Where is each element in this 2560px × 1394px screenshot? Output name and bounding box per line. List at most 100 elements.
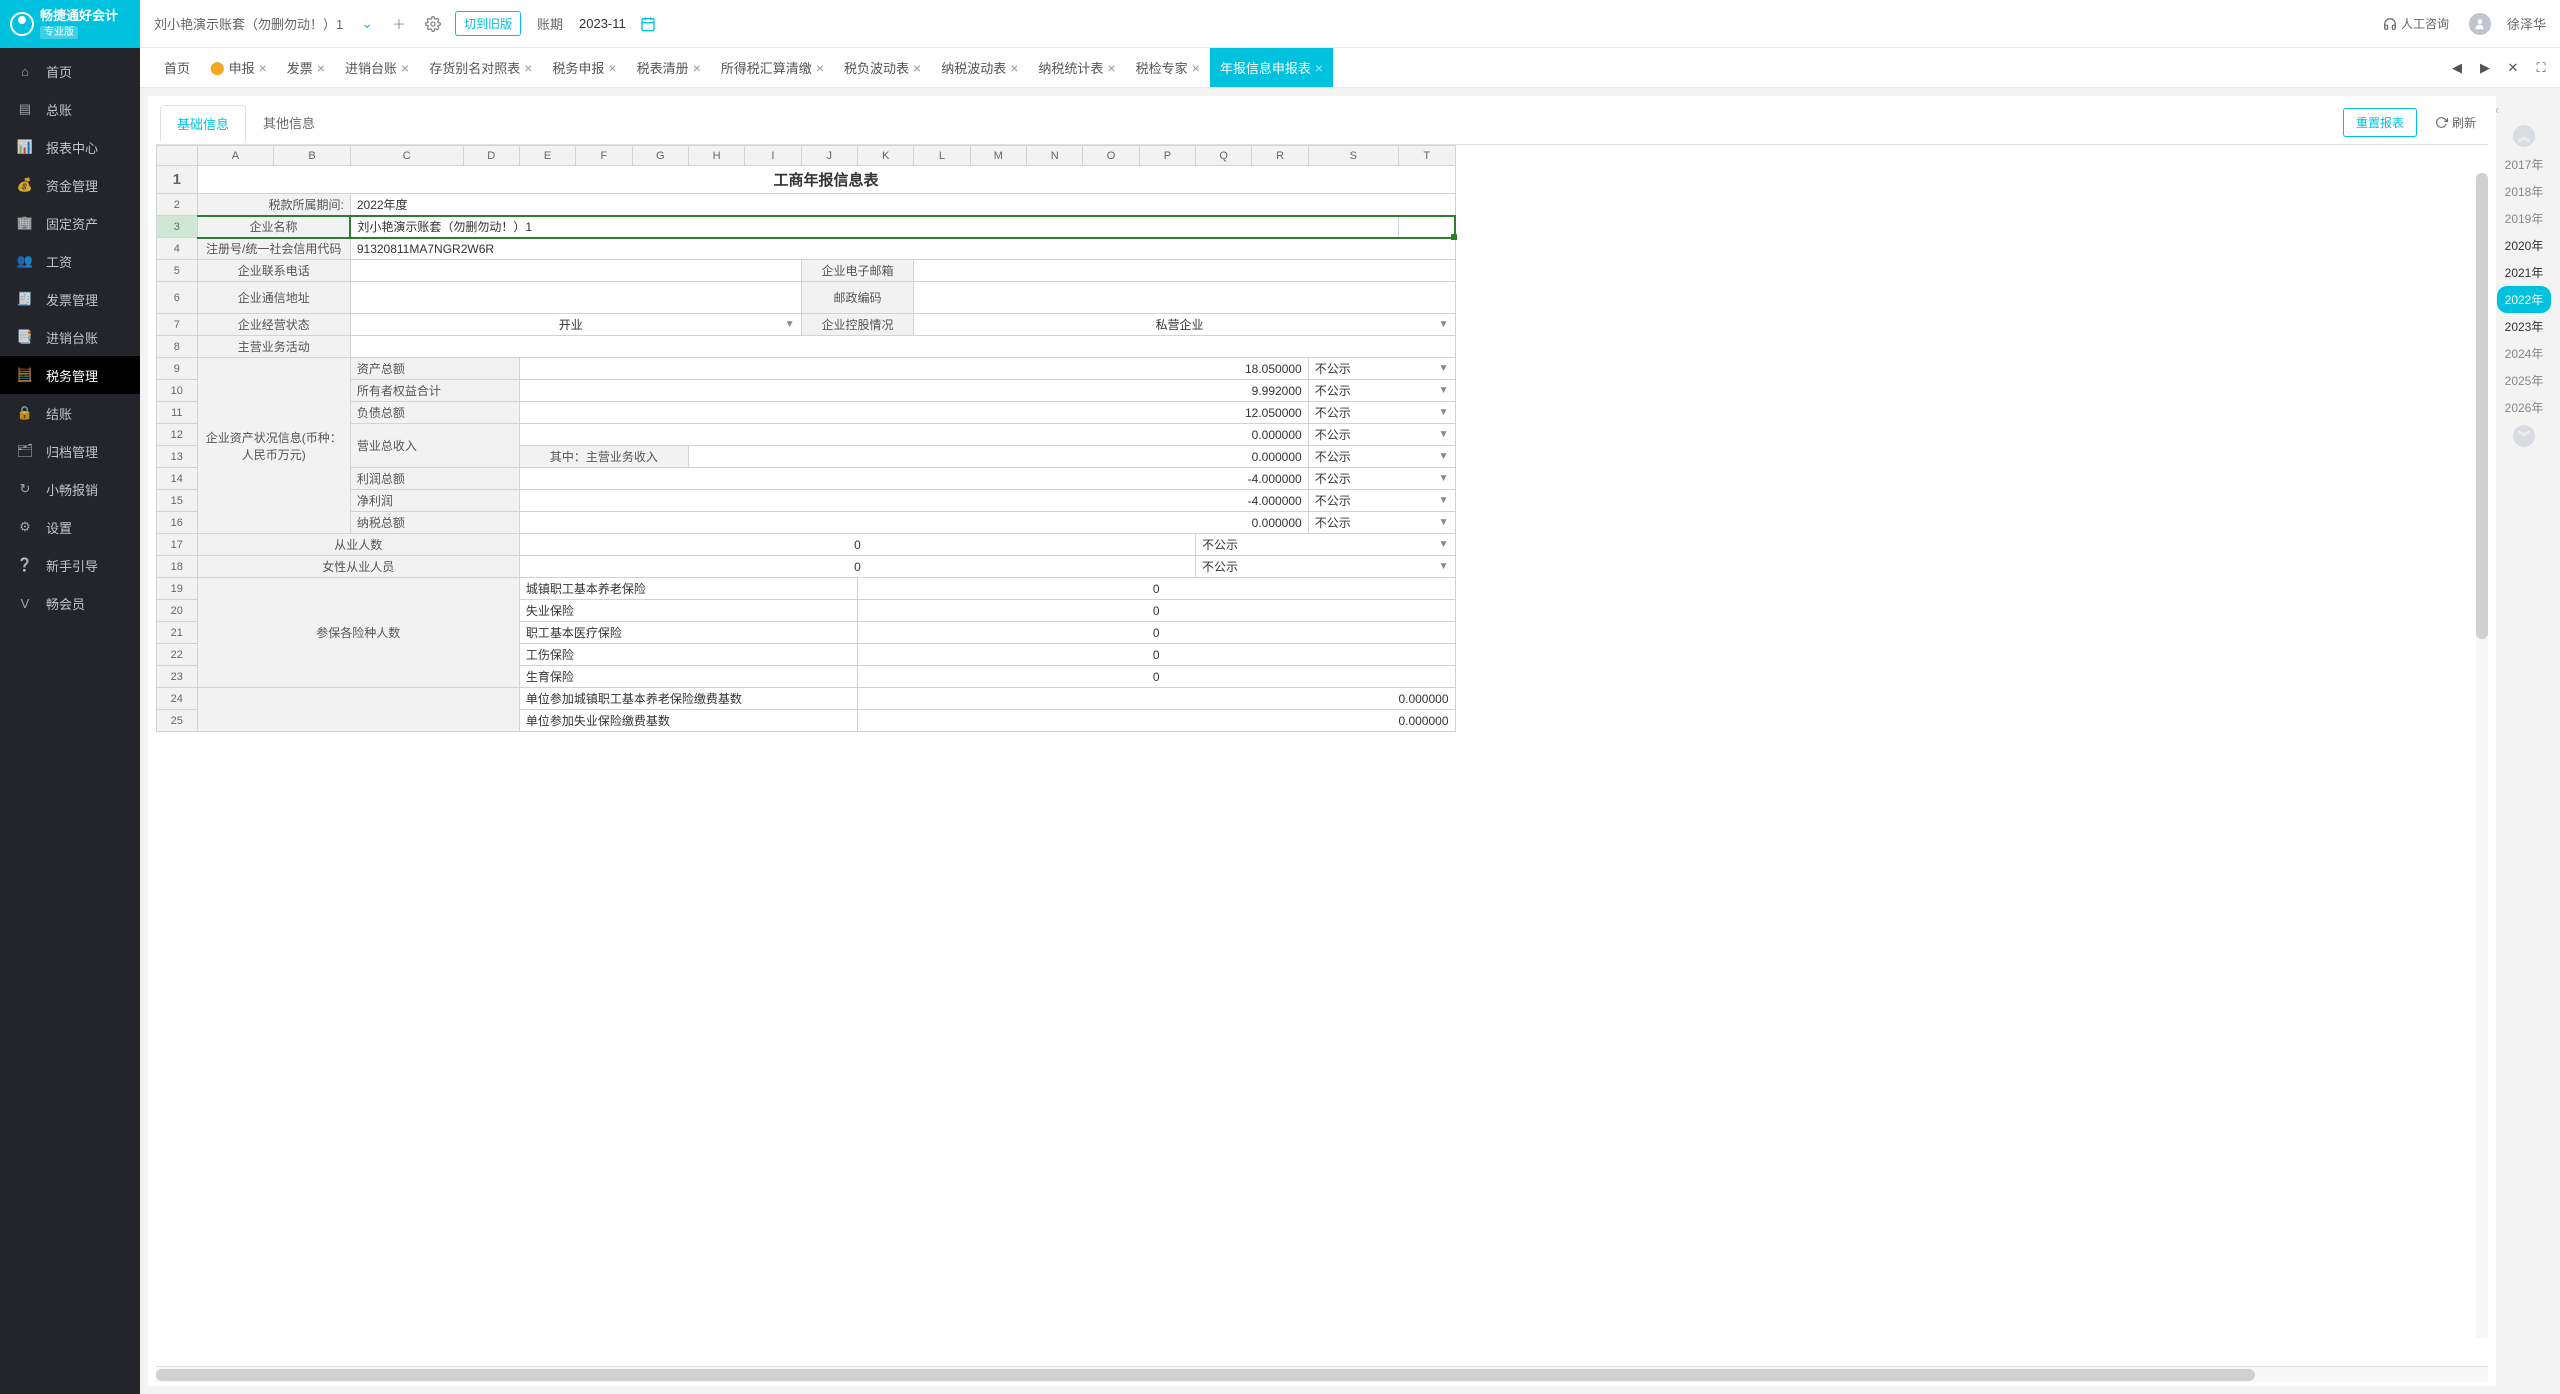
tab-label: 税表清册 (637, 58, 689, 77)
year-option[interactable]: 2017年 (2497, 151, 2552, 178)
col-hdr[interactable]: B (274, 146, 351, 166)
calendar-icon[interactable] (636, 12, 660, 36)
tab-3[interactable]: 进销台账× (335, 48, 419, 87)
tab-close-icon[interactable]: × (913, 60, 921, 76)
tab-close-icon[interactable]: × (816, 60, 824, 76)
nav-item-11[interactable]: ↻小畅报销 (0, 470, 140, 508)
horizontal-scrollbar[interactable] (156, 1366, 2488, 1382)
tab-4[interactable]: 存货别名对照表× (419, 48, 542, 87)
nav-item-3[interactable]: 💰资金管理 (0, 166, 140, 204)
nav-item-1[interactable]: ▤总账 (0, 90, 140, 128)
tab-close-icon[interactable]: × (317, 60, 325, 76)
switch-old-button[interactable]: 切到旧版 (455, 11, 521, 36)
nav-item-5[interactable]: 👥工资 (0, 242, 140, 280)
tab-close-icon[interactable]: × (608, 60, 616, 76)
col-hdr[interactable]: H (688, 146, 744, 166)
col-hdr[interactable]: K (857, 146, 913, 166)
tabs-prev-button[interactable]: ◀ (2444, 56, 2470, 80)
nav-item-8[interactable]: 🧮税务管理 (0, 356, 140, 394)
tab-2[interactable]: 发票× (277, 48, 335, 87)
fullscreen-button[interactable]: ⛶ (2528, 56, 2554, 80)
col-hdr[interactable]: E (519, 146, 575, 166)
col-hdr[interactable]: I (745, 146, 801, 166)
spreadsheet[interactable]: ABCDEFGHIJKLMNOPQRST 1工商年报信息表 2 税款所属期间: … (156, 144, 2488, 1358)
nav-item-12[interactable]: ⚙设置 (0, 508, 140, 546)
tab-close-icon[interactable]: × (1010, 60, 1018, 76)
nav-icon: 🏢 (16, 214, 34, 232)
year-option[interactable]: 2021年 (2497, 259, 2552, 286)
nav-item-0[interactable]: ⌂首页 (0, 52, 140, 90)
add-account-button[interactable]: ＋ (387, 12, 411, 36)
tabs-close-all-button[interactable]: ✕ (2500, 56, 2526, 80)
tabs-next-button[interactable]: ▶ (2472, 56, 2498, 80)
tab-1[interactable]: ⬤申报× (200, 48, 277, 87)
nav-item-2[interactable]: 📊报表中心 (0, 128, 140, 166)
year-option[interactable]: 2019年 (2497, 205, 2552, 232)
nav-label: 小畅报销 (46, 480, 98, 499)
col-hdr[interactable]: O (1083, 146, 1139, 166)
col-hdr[interactable]: S (1308, 146, 1398, 166)
col-hdr[interactable]: C (350, 146, 463, 166)
subtab-other[interactable]: 其他信息 (246, 104, 332, 140)
subtab-basic[interactable]: 基础信息 (160, 105, 246, 141)
year-option[interactable]: 2023年 (2497, 313, 2552, 340)
vertical-scrollbar[interactable] (2476, 173, 2488, 1338)
nav-item-10[interactable]: 🗂归档管理 (0, 432, 140, 470)
year-down-button[interactable]: ︾ (2513, 425, 2535, 447)
tab-0[interactable]: 首页 (154, 48, 200, 87)
col-hdr[interactable]: D (463, 146, 519, 166)
nav-label: 总账 (46, 100, 72, 119)
tab-close-icon[interactable]: × (693, 60, 701, 76)
col-hdr[interactable]: G (632, 146, 688, 166)
account-dropdown-icon[interactable]: ⌄ (357, 11, 377, 36)
tab-11[interactable]: 税检专家× (1126, 48, 1210, 87)
tab-8[interactable]: 税负波动表× (834, 48, 931, 87)
refresh-button[interactable]: 刷新 (2427, 109, 2484, 136)
tab-close-icon[interactable]: × (524, 60, 532, 76)
year-option[interactable]: 2022年 (2497, 286, 2552, 313)
consult-button[interactable]: 人工咨询 (2383, 15, 2449, 32)
reset-report-button[interactable]: 重置报表 (2343, 108, 2417, 137)
nav-item-13[interactable]: ❔新手引导 (0, 546, 140, 584)
tab-10[interactable]: 纳税统计表× (1028, 48, 1125, 87)
tab-9[interactable]: 纳税波动表× (931, 48, 1028, 87)
year-option[interactable]: 2026年 (2497, 394, 2552, 421)
nav-icon: 🧮 (16, 366, 34, 384)
year-up-button[interactable]: ︽ (2513, 125, 2535, 147)
nav-item-14[interactable]: V畅会员 (0, 584, 140, 622)
tab-close-icon[interactable]: × (1192, 60, 1200, 76)
col-hdr[interactable]: R (1252, 146, 1308, 166)
col-hdr[interactable]: A (197, 146, 274, 166)
year-option[interactable]: 2020年 (2497, 232, 2552, 259)
tab-close-icon[interactable]: × (401, 60, 409, 76)
col-hdr[interactable]: T (1398, 146, 1455, 166)
tab-12[interactable]: 年报信息申报表× (1210, 48, 1333, 87)
settings-icon[interactable] (421, 12, 445, 36)
col-hdr[interactable]: N (1027, 146, 1083, 166)
year-option[interactable]: 2025年 (2497, 367, 2552, 394)
col-hdr[interactable]: L (914, 146, 970, 166)
year-option[interactable]: 2024年 (2497, 340, 2552, 367)
tab-7[interactable]: 所得税汇算清缴× (711, 48, 834, 87)
col-hdr[interactable] (157, 146, 198, 166)
nav-item-9[interactable]: 🔒结账 (0, 394, 140, 432)
nav-item-7[interactable]: 📑进销台账 (0, 318, 140, 356)
nav-item-6[interactable]: 🧾发票管理 (0, 280, 140, 318)
nav-item-4[interactable]: 🏢固定资产 (0, 204, 140, 242)
col-hdr[interactable]: F (576, 146, 632, 166)
year-option[interactable]: 2018年 (2497, 178, 2552, 205)
tab-5[interactable]: 税务申报× (542, 48, 626, 87)
col-hdr[interactable]: M (970, 146, 1026, 166)
tab-close-icon[interactable]: × (259, 60, 267, 76)
tab-close-icon[interactable]: × (1315, 60, 1323, 76)
tab-6[interactable]: 税表清册× (627, 48, 711, 87)
col-hdr[interactable]: J (801, 146, 857, 166)
col-hdr[interactable]: P (1139, 146, 1195, 166)
avatar[interactable] (2469, 13, 2491, 35)
tab-close-icon[interactable]: × (1107, 60, 1115, 76)
col-hdr[interactable]: Q (1196, 146, 1252, 166)
tab-warn-icon: ⬤ (210, 60, 225, 76)
nav-label: 资金管理 (46, 176, 98, 195)
tab-label: 纳税统计表 (1038, 58, 1103, 77)
nav-icon: ⚙ (16, 518, 34, 536)
